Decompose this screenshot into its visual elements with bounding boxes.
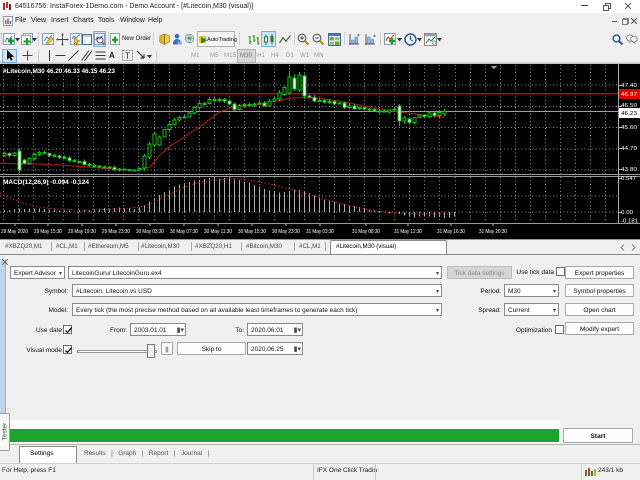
svg-text:47.40: 47.40 [621, 83, 637, 89]
svg-text:31 May 12:30: 31 May 12:30 [394, 229, 422, 235]
svg-text:0.00: 0.00 [621, 210, 633, 216]
svg-text:31 May 20:30: 31 May 20:30 [479, 229, 507, 235]
svg-text:46.23: 46.23 [621, 111, 637, 117]
svg-text:45.60: 45.60 [621, 125, 637, 131]
svg-text:30 May 23:30: 30 May 23:30 [272, 229, 300, 235]
svg-text:29 May 23:30: 29 May 23:30 [102, 229, 130, 235]
svg-text:T: T [125, 52, 130, 61]
svg-text:0.547: 0.547 [621, 176, 636, 182]
svg-text:-0.181: -0.181 [621, 219, 638, 225]
svg-text:30 May 07:30: 30 May 07:30 [170, 229, 198, 235]
svg-text:#Litecoin,M30 46.20 46.33 46.1: #Litecoin,M30 46.20 46.33 46.15 46.23 [3, 68, 116, 75]
svg-text:30 May 03:30: 30 May 03:30 [136, 229, 164, 235]
svg-text:MACD(12,26,9) -0.094 -0.124: MACD(12,26,9) -0.094 -0.124 [3, 179, 90, 186]
svg-text:30 May 15:30: 30 May 15:30 [238, 229, 266, 235]
svg-text:44.70: 44.70 [621, 146, 637, 152]
svg-text:31 May 03:30: 31 May 03:30 [306, 229, 334, 235]
svg-text:29 May 2020: 29 May 2020 [1, 229, 28, 235]
svg-text:43.80: 43.80 [621, 167, 637, 173]
svg-text:31 May 08:30: 31 May 08:30 [352, 229, 380, 235]
svg-text:30 May 11:30: 30 May 11:30 [204, 229, 232, 235]
svg-text:29 May 15:30: 29 May 15:30 [34, 229, 62, 235]
svg-text:29 May 19:30: 29 May 19:30 [68, 229, 96, 235]
svg-text:31 May 16:30: 31 May 16:30 [437, 229, 465, 235]
svg-text:46.97: 46.97 [621, 92, 637, 98]
